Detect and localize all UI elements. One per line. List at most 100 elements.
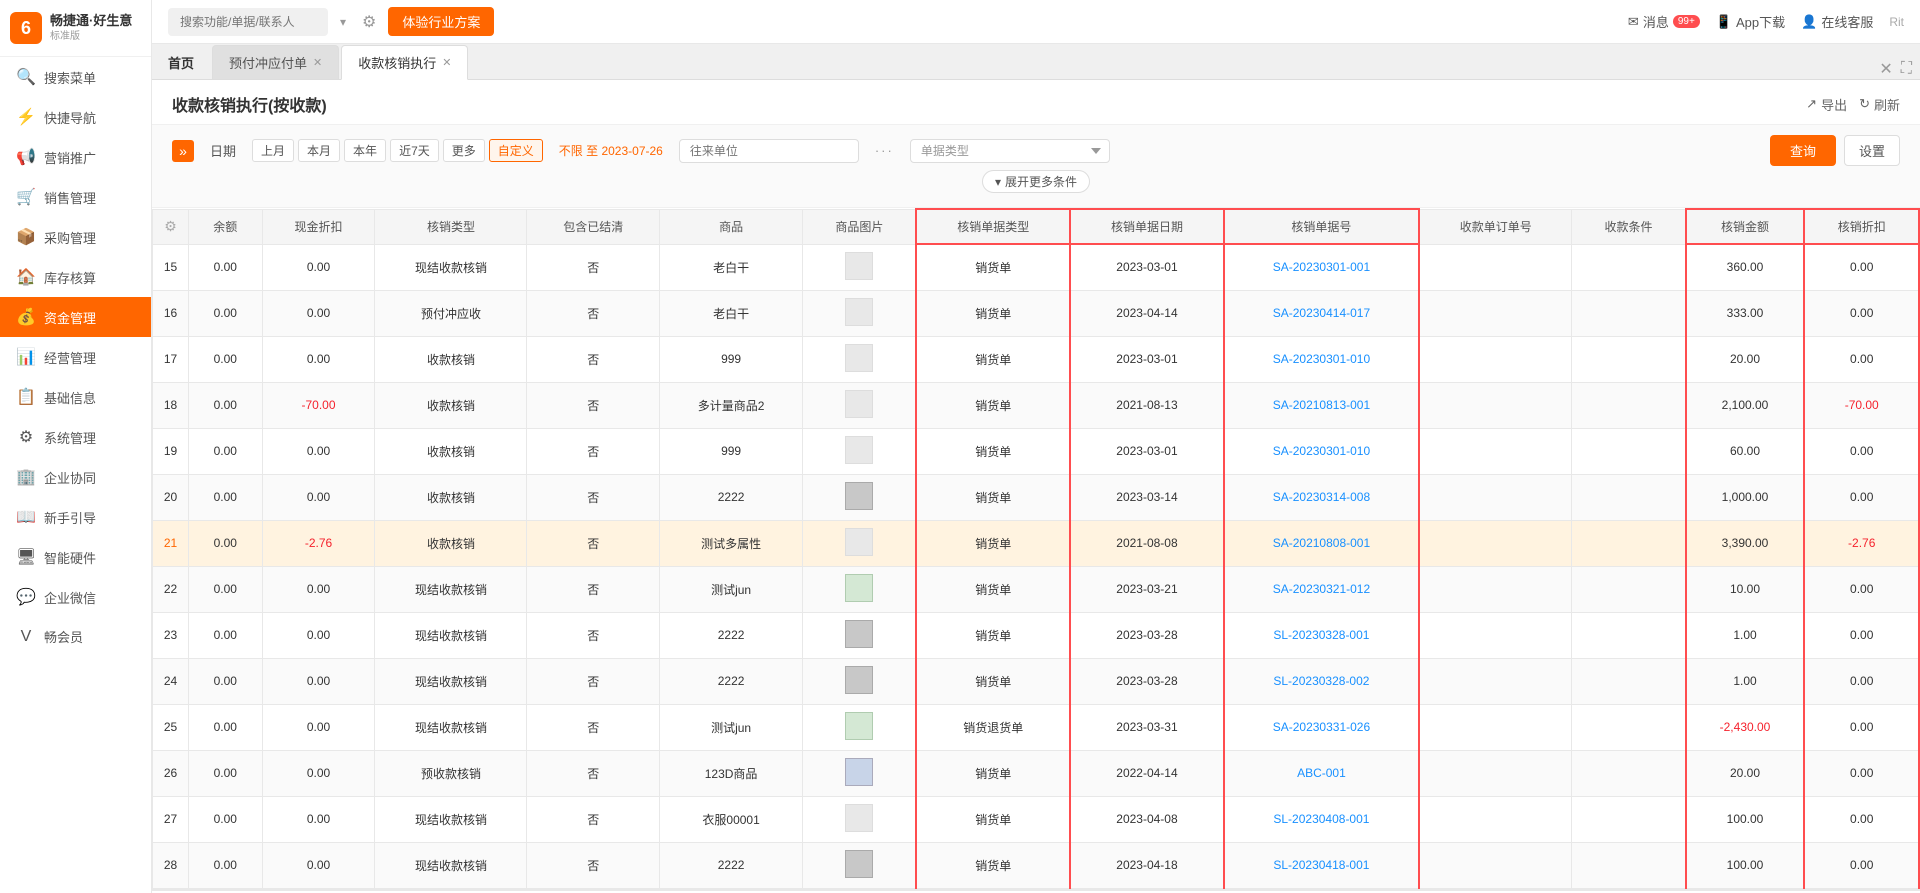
voucher-no-link[interactable]: SL-20230408-001	[1273, 812, 1369, 826]
filter-toggle-button[interactable]: »	[172, 140, 194, 162]
sidebar-item-quick-nav[interactable]: ⚡快捷导航	[0, 97, 151, 137]
row-voucher-date: 2023-03-01	[1070, 336, 1224, 382]
tab-receipt[interactable]: 收款核销执行 ✕	[341, 45, 468, 80]
table-container: ⚙ 余额 现金折扣 核销类型 包含已结清 商品 商品图片 核销单据类型 核销单据…	[152, 208, 1920, 893]
row-product-img	[803, 612, 917, 658]
row-receipt-no	[1419, 336, 1572, 382]
sidebar-item-search[interactable]: 🔍搜索菜单	[0, 57, 151, 97]
tab-prepay-close[interactable]: ✕	[313, 56, 322, 69]
row-balance: 0.00	[189, 566, 263, 612]
sidebar-item-purchase[interactable]: 📦采购管理	[0, 217, 151, 257]
messages-label: 消息	[1643, 12, 1669, 31]
voucher-no-link[interactable]: SA-20210813-001	[1273, 398, 1370, 412]
table-row: 24 0.00 0.00 现结收款核销 否 2222 销货单 2023-03-2…	[153, 658, 1920, 704]
row-amount: 60.00	[1686, 428, 1805, 474]
voucher-no-link[interactable]: SA-20230321-012	[1273, 582, 1370, 596]
export-button[interactable]: ↗ 导出	[1806, 95, 1847, 114]
sidebar-item-system[interactable]: ⚙系统管理	[0, 417, 151, 457]
sidebar-item-marketing[interactable]: 📢营销推广	[0, 137, 151, 177]
expand-conditions-button[interactable]: ▾ 展开更多条件	[982, 170, 1090, 193]
table-row: 20 0.00 0.00 收款核销 否 2222 销货单 2023-03-14 …	[153, 474, 1920, 520]
filter-more[interactable]: 更多	[443, 139, 485, 162]
voucher-no-link[interactable]: SL-20230328-001	[1273, 628, 1369, 642]
th-receipt-no: 收款单订单号	[1419, 209, 1572, 244]
row-receipt-no	[1419, 704, 1572, 750]
row-voucher-type: 销货单	[916, 658, 1070, 704]
filter-settings-button[interactable]: 设置	[1844, 135, 1900, 166]
app-download-button[interactable]: 📱 App下载	[1716, 12, 1785, 31]
tab-prepay[interactable]: 预付冲应付单 ✕	[212, 45, 339, 79]
solution-button[interactable]: 体验行业方案	[388, 7, 494, 36]
topbar: ▾ ⚙ 体验行业方案 ✉ 消息 99+ 📱 App下载 👤 在线客服 Rit	[152, 0, 1920, 44]
row-product: 2222	[659, 474, 802, 520]
filter-voucher-type-select[interactable]: 单据类型	[910, 139, 1110, 163]
sales-label: 销售管理	[44, 188, 96, 207]
voucher-no-link[interactable]: SL-20230328-002	[1273, 674, 1369, 688]
row-cash-discount: 0.00	[262, 290, 375, 336]
tab-receipt-close[interactable]: ✕	[442, 56, 451, 69]
sidebar-item-enterprise[interactable]: 🏢企业协同	[0, 457, 151, 497]
table-gear-icon[interactable]: ⚙	[164, 218, 177, 234]
row-product: 衣服00001	[659, 796, 802, 842]
filter-7days[interactable]: 近7天	[390, 139, 439, 162]
sidebar-item-operations[interactable]: 📊经营管理	[0, 337, 151, 377]
row-product-img	[803, 566, 917, 612]
row-settled: 否	[527, 796, 659, 842]
voucher-no-link[interactable]: SA-20230301-001	[1273, 260, 1370, 274]
row-discount: 0.00	[1804, 474, 1919, 520]
row-settled: 否	[527, 520, 659, 566]
voucher-no-link[interactable]: SA-20230414-017	[1273, 306, 1370, 320]
sidebar-item-vip[interactable]: V畅会员	[0, 617, 151, 656]
operations-icon: 📊	[16, 347, 36, 367]
window-close-icon[interactable]: ✕	[1879, 59, 1892, 79]
voucher-no-link[interactable]: SA-20230331-026	[1273, 720, 1370, 734]
window-expand-icon[interactable]: ⛶	[1901, 60, 1912, 78]
voucher-no-link[interactable]: ABC-001	[1297, 766, 1346, 780]
table-row: 16 0.00 0.00 预付冲应收 否 老白干 销货单 2023-04-14 …	[153, 290, 1920, 336]
filter-custom[interactable]: 自定义	[489, 139, 543, 162]
voucher-no-link[interactable]: SA-20210808-001	[1273, 536, 1370, 550]
row-type: 现结收款核销	[375, 658, 527, 704]
voucher-no-link[interactable]: SA-20230301-010	[1273, 444, 1370, 458]
topbar-search-input[interactable]	[168, 8, 328, 36]
topbar-dropdown-arrow[interactable]: ▾	[340, 15, 346, 29]
row-receipt-no	[1419, 796, 1572, 842]
voucher-no-link[interactable]: SA-20230301-010	[1273, 352, 1370, 366]
row-voucher-no: SL-20230328-002	[1224, 658, 1419, 704]
sidebar-item-guide[interactable]: 📖新手引导	[0, 497, 151, 537]
sidebar-item-finance[interactable]: 💰资金管理	[0, 297, 151, 337]
row-product-img	[803, 658, 917, 704]
refresh-button[interactable]: ↻ 刷新	[1859, 95, 1900, 114]
filter-this-month[interactable]: 本月	[298, 139, 340, 162]
row-product-img	[803, 842, 917, 888]
app-download-label: App下载	[1736, 12, 1785, 31]
row-type: 现结收款核销	[375, 704, 527, 750]
row-voucher-date: 2022-04-14	[1070, 750, 1224, 796]
sidebar-item-sales[interactable]: 🛒销售管理	[0, 177, 151, 217]
product-image	[845, 712, 873, 740]
sidebar-item-basic-info[interactable]: 📋基础信息	[0, 377, 151, 417]
tab-home[interactable]: 首页	[152, 46, 210, 79]
expand-label: 展开更多条件	[1005, 173, 1077, 190]
messages-button[interactable]: ✉ 消息 99+	[1628, 12, 1700, 31]
topbar-gear-icon[interactable]: ⚙	[362, 12, 376, 32]
voucher-no-link[interactable]: SA-20230314-008	[1273, 490, 1370, 504]
filter-partner-input[interactable]	[679, 139, 859, 163]
sidebar-item-smart-hw[interactable]: 🖥智能硬件	[0, 537, 151, 577]
table-row: 27 0.00 0.00 现结收款核销 否 衣服00001 销货单 2023-0…	[153, 796, 1920, 842]
query-button[interactable]: 查询	[1770, 135, 1836, 166]
online-service-button[interactable]: 👤 在线客服	[1801, 12, 1873, 31]
row-voucher-type: 销货单	[916, 520, 1070, 566]
filter-last-month[interactable]: 上月	[252, 139, 294, 162]
sidebar-item-wechat[interactable]: 💬企业微信	[0, 577, 151, 617]
row-type: 收款核销	[375, 382, 527, 428]
row-product-img	[803, 382, 917, 428]
sidebar-item-inventory[interactable]: 🏠库存核算	[0, 257, 151, 297]
row-product-img	[803, 704, 917, 750]
voucher-no-link[interactable]: SL-20230418-001	[1273, 858, 1369, 872]
row-voucher-date: 2023-03-14	[1070, 474, 1224, 520]
row-discount: 0.00	[1804, 612, 1919, 658]
row-voucher-no: SA-20230301-010	[1224, 428, 1419, 474]
row-discount: 0.00	[1804, 244, 1919, 290]
filter-this-year[interactable]: 本年	[344, 139, 386, 162]
